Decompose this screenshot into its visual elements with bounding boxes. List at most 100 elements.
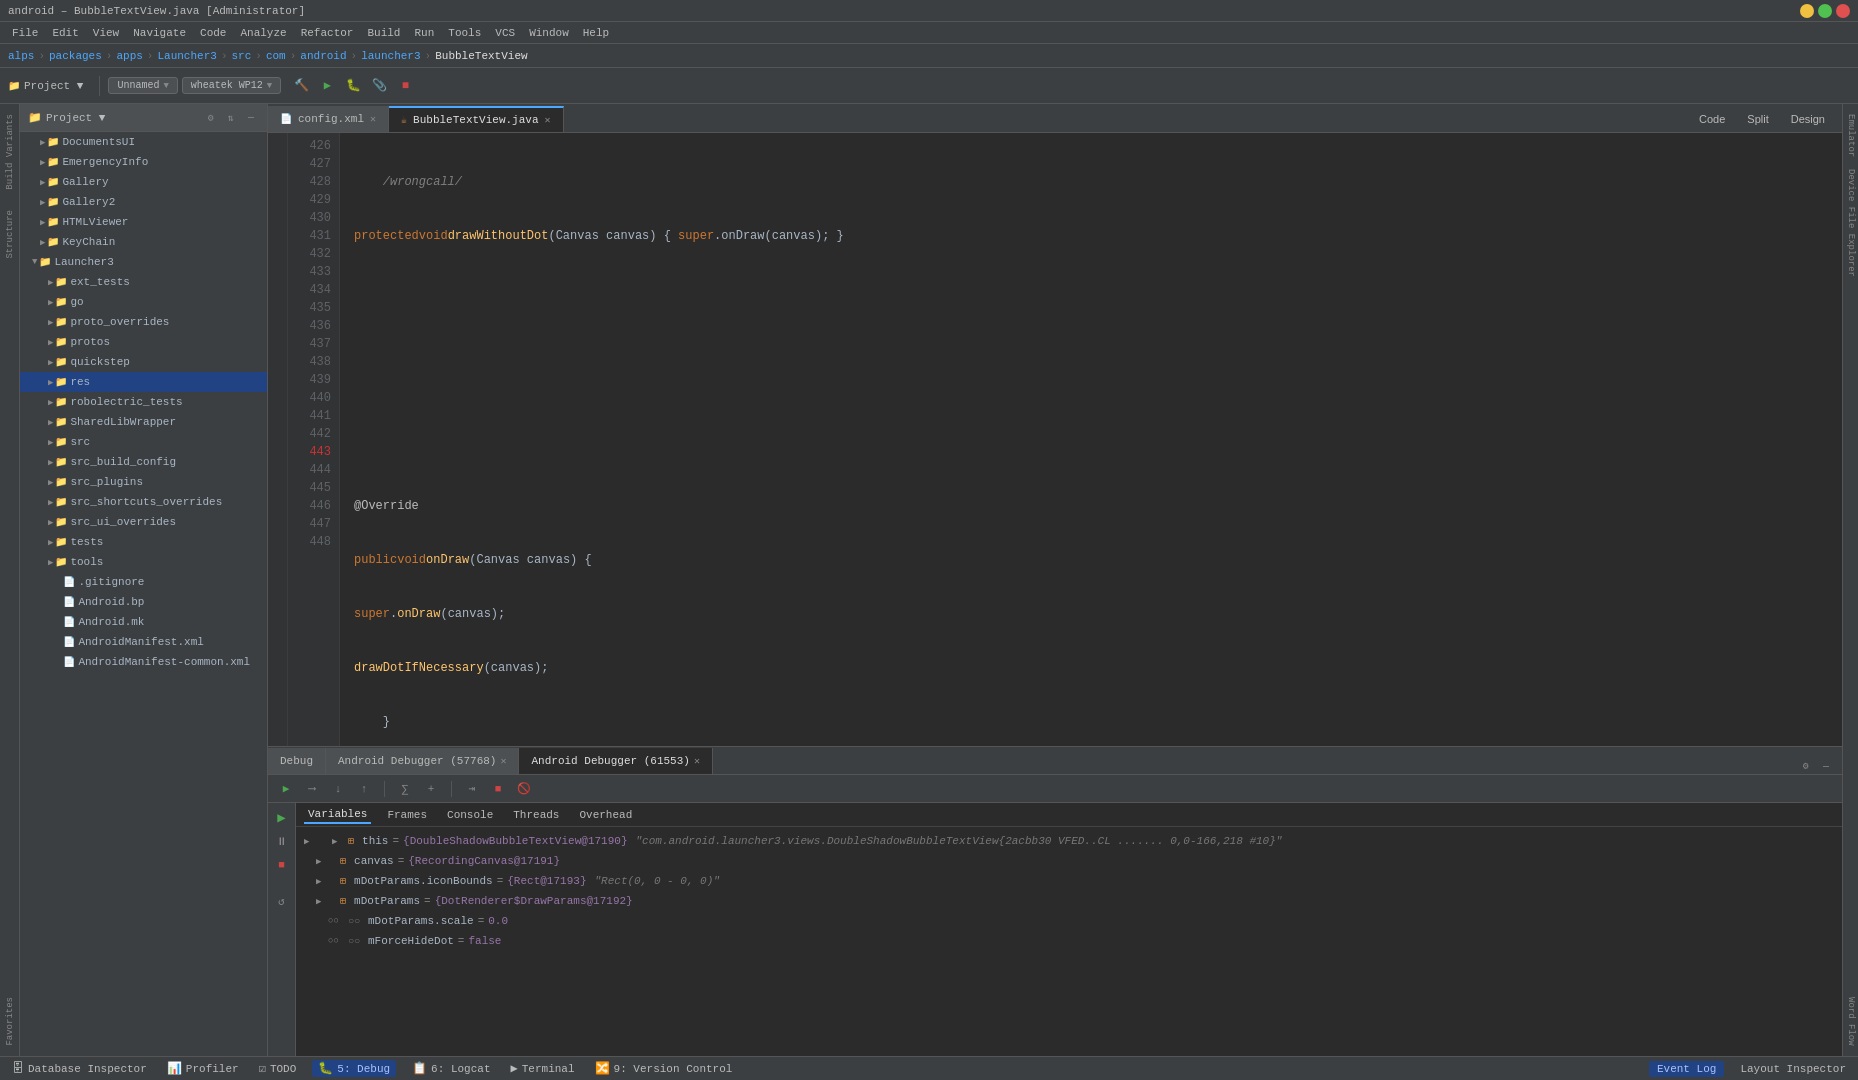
nav-android[interactable]: android [300,50,346,62]
step-out-btn[interactable]: ↑ [354,779,374,799]
menu-item-vcs[interactable]: VCS [489,25,521,41]
subtab-console[interactable]: Console [443,807,497,823]
tree-src-build[interactable]: ▶ 📁 src_build_config [20,452,267,472]
stop-btn[interactable]: ■ [393,74,417,98]
debug-btn[interactable]: 🐛 [341,74,365,98]
make-btn[interactable]: 🔨 [289,74,313,98]
debug-restart-btn[interactable]: ↺ [272,891,292,911]
subtab-threads[interactable]: Threads [509,807,563,823]
logcat-btn[interactable]: 📋 6: Logcat [408,1061,494,1076]
menu-item-window[interactable]: Window [523,25,575,41]
device-file-explorer-label[interactable]: Device File Explorer [1844,163,1858,283]
tree-go[interactable]: ▶ 📁 go [20,292,267,312]
emulator-label[interactable]: Emulator [1844,108,1858,163]
nav-src[interactable]: src [231,50,251,62]
var-this[interactable]: ▶ ▶ ⊞ this = {DoubleShadowBubbleTextView… [296,831,1842,851]
menu-item-code[interactable]: Code [194,25,232,41]
debug-tab-debug[interactable]: Debug [268,748,326,774]
tree-tools[interactable]: ▶ 📁 tools [20,552,267,572]
tree-proto-overrides[interactable]: ▶ 📁 proto_overrides [20,312,267,332]
nav-packages[interactable]: packages [49,50,102,62]
subtab-overhead[interactable]: Overhead [575,807,636,823]
nav-alps[interactable]: alps [8,50,34,62]
profiler-btn[interactable]: 📊 Profiler [163,1061,243,1076]
maximize-btn[interactable] [1818,4,1832,18]
config-tab-close[interactable]: ✕ [370,113,376,125]
tree-protos[interactable]: ▶ 📁 protos [20,332,267,352]
var-mdotparams[interactable]: ▶ ⊞ mDotParams = {DotRenderer$DrawParams… [296,891,1842,911]
project-sort-btn[interactable]: ⇅ [223,110,239,126]
tree-manifest-common[interactable]: ▶ 📄 AndroidManifest-common.xml [20,652,267,672]
nav-bubble[interactable]: BubbleTextView [435,50,527,62]
tree-src-plugins[interactable]: ▶ 📁 src_plugins [20,472,267,492]
evaluate-btn[interactable]: ∑ [395,779,415,799]
event-log-btn[interactable]: Event Log [1649,1061,1724,1077]
attach-btn[interactable]: 📎 [367,74,391,98]
tree-res[interactable]: ▶ 📁 res [20,372,267,392]
debug-pause-btn[interactable]: ⏸ [272,831,292,851]
nav-launcher3[interactable]: Launcher3 [157,50,216,62]
menu-item-file[interactable]: File [6,25,44,41]
project-settings-btn[interactable]: ⚙ [203,110,219,126]
structure-label[interactable]: Structure [3,204,17,265]
tree-gallery2[interactable]: ▶ 📁 Gallery2 [20,192,267,212]
tree-android-mk[interactable]: ▶ 📄 Android.mk [20,612,267,632]
vcs-btn[interactable]: 🔀 9: Version Control [591,1061,737,1076]
debug-57768-close[interactable]: ✕ [500,755,506,767]
tree-src-ui[interactable]: ▶ 📁 src_ui_overrides [20,512,267,532]
debug-run-btn[interactable]: ▶ [272,807,292,827]
tree-manifest[interactable]: ▶ 📄 AndroidManifest.xml [20,632,267,652]
project-collapse-btn[interactable]: — [243,110,259,126]
resume-btn[interactable]: ▶ [276,779,296,799]
var-mforcehidedot[interactable]: ○○ ○○ mForceHideDot = false [296,931,1842,951]
tree-documentsui[interactable]: ▶ 📁 DocumentsUI [20,132,267,152]
code-editor[interactable]: 426 427 428 429 430 431 432 433 434 435 … [268,133,1842,746]
subtab-frames[interactable]: Frames [383,807,431,823]
tree-src[interactable]: ▶ 📁 src [20,432,267,452]
design-view-btn[interactable]: Design [1782,110,1834,128]
menu-item-refactor[interactable]: Refactor [295,25,360,41]
nav-com[interactable]: com [266,50,286,62]
tree-src-shortcuts[interactable]: ▶ 📁 src_shortcuts_overrides [20,492,267,512]
terminal-btn[interactable]: ▶ Terminal [507,1061,579,1076]
tree-sharedlib[interactable]: ▶ 📁 SharedLibWrapper [20,412,267,432]
bubble-tab-close[interactable]: ✕ [545,114,551,126]
code-view-btn[interactable]: Code [1690,110,1734,128]
add-watch-btn[interactable]: + [421,779,441,799]
tree-htmlviewer[interactable]: ▶ 📁 HTMLViewer [20,212,267,232]
menu-item-tools[interactable]: Tools [442,25,487,41]
menu-item-build[interactable]: Build [361,25,406,41]
tree-robolectric[interactable]: ▶ 📁 robolectric_tests [20,392,267,412]
debug-settings-btn[interactable]: ⚙ [1798,758,1814,774]
menu-item-view[interactable]: View [87,25,125,41]
run-config[interactable]: Unnamed ▼ [108,77,177,94]
tree-emergencyinfo[interactable]: ▶ 📁 EmergencyInfo [20,152,267,172]
tree-keychain[interactable]: ▶ 📁 KeyChain [20,232,267,252]
debug-btn-bottom[interactable]: 🐛 5: Debug [312,1060,396,1077]
menu-item-edit[interactable]: Edit [46,25,84,41]
stop-debug-btn[interactable]: ■ [488,779,508,799]
todo-btn[interactable]: ☑ TODO [255,1061,301,1076]
debug-collapse-btn[interactable]: — [1818,758,1834,774]
tree-ext-tests[interactable]: ▶ 📁 ext_tests [20,272,267,292]
minimize-btn[interactable] [1800,4,1814,18]
var-mdotparams-scale[interactable]: ○○ ○○ mDotParams.scale = 0.0 [296,911,1842,931]
debug-stop-btn2[interactable]: ■ [272,855,292,875]
mute-bp-btn[interactable]: 🚫 [514,779,534,799]
tree-quickstep[interactable]: ▶ 📁 quickstep [20,352,267,372]
device-selector[interactable]: wheatek WP12 ▼ [182,77,281,94]
layout-inspector-btn[interactable]: Layout Inspector [1736,1063,1850,1075]
tab-bubble-textview[interactable]: ☕ BubbleTextView.java ✕ [389,106,563,132]
favorites-label[interactable]: Favorites [3,991,17,1052]
nav-apps[interactable]: apps [116,50,142,62]
debug-tab-61553[interactable]: Android Debugger (61553) ✕ [519,748,712,774]
var-canvas[interactable]: ▶ ⊞ canvas = {RecordingCanvas@17191} [296,851,1842,871]
tree-launcher3[interactable]: ▼ 📁 Launcher3 [20,252,267,272]
split-view-btn[interactable]: Split [1738,110,1777,128]
build-variants-label[interactable]: Build Variants [3,108,17,196]
code-content[interactable]: /wrongcall/ protected void drawWithoutDo… [340,133,1842,746]
tree-gallery[interactable]: ▶ 📁 Gallery [20,172,267,192]
debug-61553-close[interactable]: ✕ [694,755,700,767]
tree-tests[interactable]: ▶ 📁 tests [20,532,267,552]
close-btn[interactable] [1836,4,1850,18]
